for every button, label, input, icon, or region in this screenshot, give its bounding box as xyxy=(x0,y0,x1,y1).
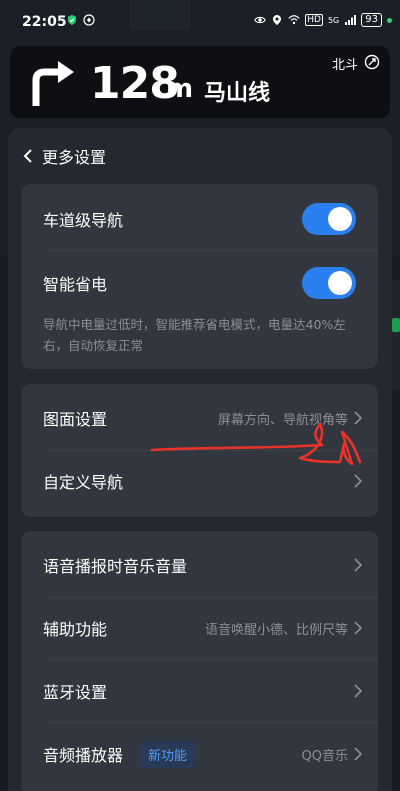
settings-panel: 更多设置 车道级导航 智能省电 导航中电量过低时，智能推荐省电模式，电量达40%… xyxy=(8,128,392,791)
satellite-icon xyxy=(364,54,380,70)
battery-level: 93 xyxy=(361,13,382,27)
display-settings-label: 图面设置 xyxy=(43,410,108,429)
shield-check-icon xyxy=(68,15,76,25)
lane-navigation-row: 车道级导航 xyxy=(21,188,378,250)
bluetooth-label: 蓝牙设置 xyxy=(43,683,108,702)
chevron-right-icon xyxy=(354,621,362,635)
signal-icon xyxy=(345,15,357,25)
custom-navigation-label: 自定义导航 xyxy=(43,473,124,492)
status-time: 22:05 xyxy=(22,14,67,30)
chevron-right-icon xyxy=(354,747,362,761)
custom-navigation-row[interactable]: 自定义导航 xyxy=(21,450,378,512)
accessibility-row[interactable]: 辅助功能 语音唤醒小德、比例尺等 xyxy=(21,597,378,659)
privacy-dot xyxy=(387,17,392,23)
distance-unit: m xyxy=(166,74,194,104)
power-save-toggle[interactable] xyxy=(302,267,356,299)
wifi-icon xyxy=(288,15,300,25)
app-notification-icon xyxy=(83,14,95,26)
status-bar: 22:05 HD 5G 93 xyxy=(0,0,400,44)
toggle-knob xyxy=(328,207,352,231)
lane-navigation-toggle[interactable] xyxy=(302,203,356,235)
road-name: 马山线 xyxy=(204,81,271,106)
display-settings-hint: 屏幕方向、导航视角等 xyxy=(217,412,348,428)
audio-player-row[interactable]: 音频播放器 新功能 QQ音乐 xyxy=(21,723,378,785)
chevron-right-icon xyxy=(354,411,362,425)
hd-badge: HD xyxy=(305,14,323,26)
accessibility-hint: 语音唤醒小德、比例尺等 xyxy=(204,622,348,638)
chevron-right-icon xyxy=(354,558,362,572)
navigation-banner[interactable]: 128 m 马山线 北斗 xyxy=(10,46,390,118)
voice-music-volume-row[interactable]: 语音播报时音乐音量 xyxy=(21,534,378,596)
status-left-icons xyxy=(66,14,95,26)
network-type: 5G xyxy=(327,15,340,25)
display-settings-card: 图面设置 屏幕方向、导航视角等 自定义导航 xyxy=(21,384,378,517)
audio-player-hint: QQ音乐 xyxy=(301,748,348,764)
navigation-toggles-card: 车道级导航 智能省电 导航中电量过低时，智能推荐省电模式，电量达40%左右，自动… xyxy=(21,184,378,369)
bluetooth-row[interactable]: 蓝牙设置 xyxy=(21,660,378,722)
audio-player-label: 音频播放器 xyxy=(43,746,124,765)
panel-title: 更多设置 xyxy=(42,148,107,167)
display-settings-row[interactable]: 图面设置 屏幕方向、导航视角等 xyxy=(21,387,378,449)
map-marker xyxy=(392,318,400,332)
back-button[interactable]: 更多设置 xyxy=(22,144,106,168)
turn-right-arrow-icon xyxy=(32,61,74,106)
voice-music-volume-label: 语音播报时音乐音量 xyxy=(43,557,188,576)
power-save-description: 导航中电量过低时，智能推荐省电模式，电量达40%左右，自动恢复正常 xyxy=(43,317,346,353)
audio-settings-card: 语音播报时音乐音量 辅助功能 语音唤醒小德、比例尺等 蓝牙设置 音频播放器 新功… xyxy=(21,531,378,791)
location-icon xyxy=(273,15,282,25)
lane-navigation-label: 车道级导航 xyxy=(43,211,124,230)
gps-source-label: 北斗 xyxy=(331,58,358,73)
chevron-right-icon xyxy=(354,684,362,698)
power-save-label: 智能省电 xyxy=(43,275,108,294)
power-save-row: 智能省电 xyxy=(21,252,378,314)
chevron-right-icon xyxy=(354,474,362,488)
eye-icon xyxy=(254,16,266,24)
chevron-left-icon xyxy=(23,149,32,163)
accessibility-label: 辅助功能 xyxy=(43,620,108,639)
divider xyxy=(43,250,378,251)
toggle-knob xyxy=(328,271,352,295)
status-right: HD 5G 93 xyxy=(254,13,392,27)
new-feature-badge: 新功能 xyxy=(139,740,197,768)
